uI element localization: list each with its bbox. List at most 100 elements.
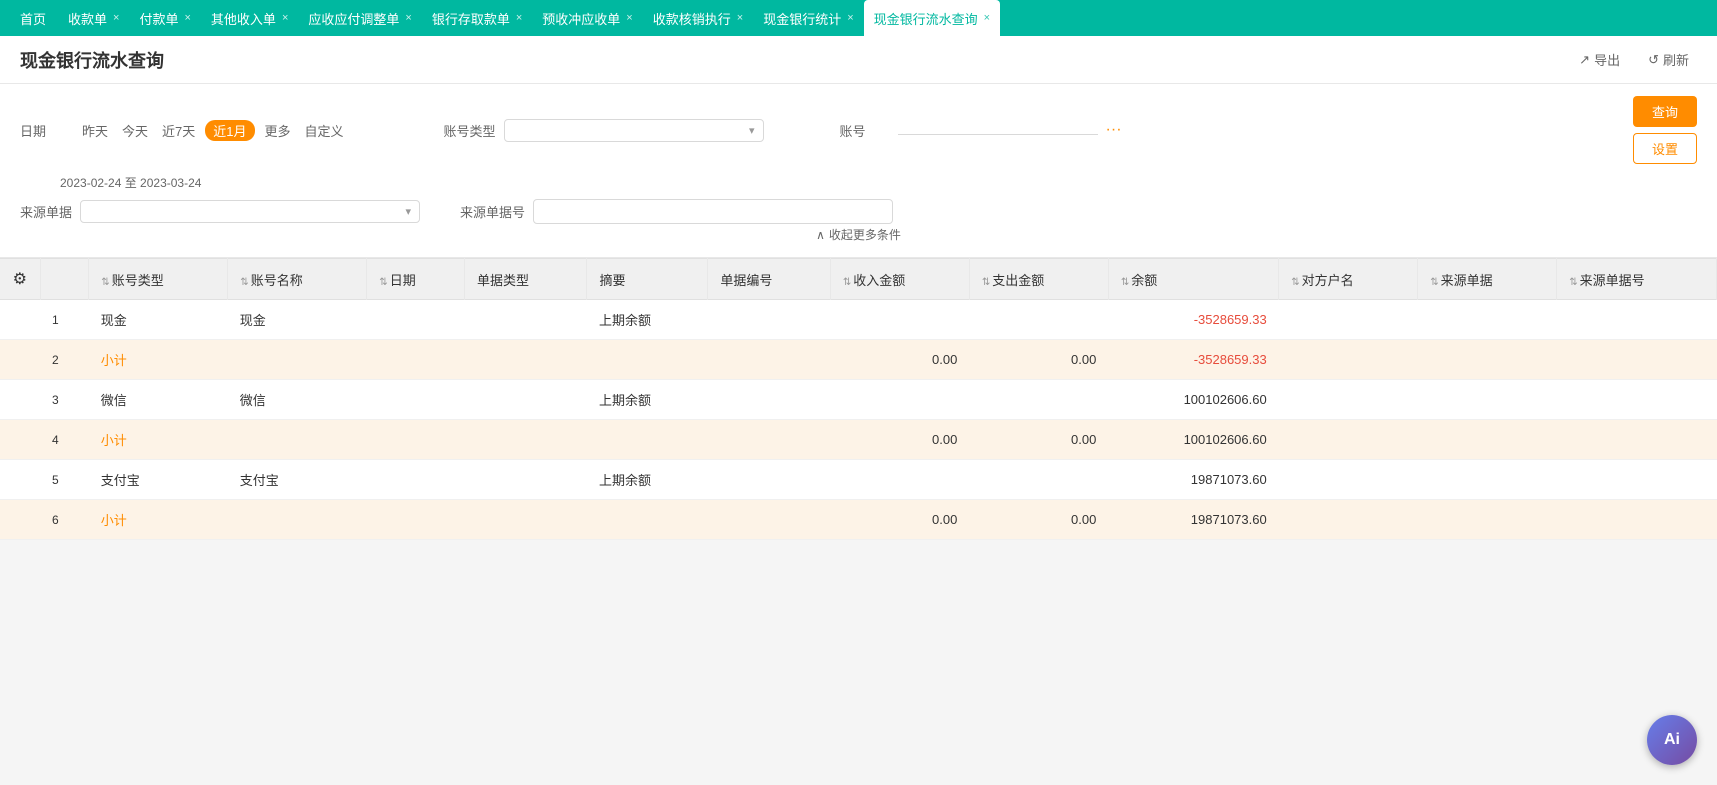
account-type-arrow-icon: ▾ xyxy=(749,124,755,137)
account-dots-icon[interactable]: ··· xyxy=(1106,121,1122,139)
col-header-source_doc_num[interactable]: ⇅来源单据号 xyxy=(1557,259,1717,300)
gear-icon[interactable]: ⚙ xyxy=(13,271,27,288)
table-row: 4小计0.000.00100102606.60 xyxy=(0,420,1717,460)
source-doc-select[interactable]: ▾ xyxy=(80,200,420,223)
date-opt-近7天[interactable]: 近7天 xyxy=(158,120,199,141)
row-counterparty xyxy=(1279,300,1418,340)
col-header-index xyxy=(40,259,89,300)
collapse-bar[interactable]: ∧ 收起更多条件 xyxy=(20,224,1697,245)
row-account-name xyxy=(228,500,367,540)
date-opt-近1月[interactable]: 近1月 xyxy=(205,120,254,141)
row-income: 0.00 xyxy=(830,340,969,380)
sort-icon: ⇅ xyxy=(1121,277,1129,288)
nav-item-收款单[interactable]: 收款单× xyxy=(58,0,129,36)
sort-icon: ⇅ xyxy=(982,277,990,288)
col-header-counterparty[interactable]: ⇅对方户名 xyxy=(1279,259,1418,300)
ai-badge[interactable]: Ai xyxy=(1647,715,1697,765)
export-icon: ↗ xyxy=(1579,52,1590,68)
row-gear-cell xyxy=(0,300,40,340)
row-date xyxy=(367,300,465,340)
source-doc-num-label: 来源单据号 xyxy=(460,202,525,221)
row-source-doc-num xyxy=(1557,380,1717,420)
query-button[interactable]: 查询 xyxy=(1633,96,1697,127)
nav-item-现金银行流水查询[interactable]: 现金银行流水查询× xyxy=(864,0,1000,36)
row-index: 1 xyxy=(40,300,89,340)
close-icon[interactable]: × xyxy=(113,12,119,24)
nav-item-收款核销执行[interactable]: 收款核销执行× xyxy=(643,0,753,36)
row-account-name: 现金 xyxy=(228,300,367,340)
row-source-doc xyxy=(1418,340,1557,380)
row-gear-cell xyxy=(0,380,40,420)
source-doc-num-input[interactable] xyxy=(533,199,893,224)
account-type-select[interactable]: ▾ xyxy=(504,119,764,142)
nav-item-现金银行统计[interactable]: 现金银行统计× xyxy=(753,0,863,36)
close-icon[interactable]: × xyxy=(984,12,990,24)
col-header-date[interactable]: ⇅日期 xyxy=(367,259,465,300)
nav-home[interactable]: 首页 xyxy=(8,0,58,36)
settings-button[interactable]: 设置 xyxy=(1633,133,1697,164)
col-header-expense[interactable]: ⇅支出金额 xyxy=(969,259,1108,300)
close-icon[interactable]: × xyxy=(184,12,190,24)
row-source-doc-num xyxy=(1557,500,1717,540)
row-expense xyxy=(969,460,1108,500)
close-icon[interactable]: × xyxy=(626,12,632,24)
row-expense: 0.00 xyxy=(969,500,1108,540)
date-opt-自定义[interactable]: 自定义 xyxy=(301,120,348,141)
row-source-doc-num xyxy=(1557,340,1717,380)
col-header-account_name[interactable]: ⇅账号名称 xyxy=(228,259,367,300)
row-account-type: 支付宝 xyxy=(89,460,228,500)
page-header: 现金银行流水查询 ↗ 导出 ↺ 刷新 xyxy=(0,36,1717,84)
row-source-doc-num xyxy=(1557,460,1717,500)
nav-item-银行存取款单[interactable]: 银行存取款单× xyxy=(422,0,532,36)
sort-icon: ⇅ xyxy=(101,277,109,288)
nav-item-其他收入单[interactable]: 其他收入单× xyxy=(201,0,298,36)
top-nav: 首页 收款单×付款单×其他收入单×应收应付调整单×银行存取款单×预收冲应收单×收… xyxy=(0,0,1717,36)
col-header-account_type[interactable]: ⇅账号类型 xyxy=(89,259,228,300)
table-row: 1现金现金上期余额-3528659.33 xyxy=(0,300,1717,340)
date-opt-昨天[interactable]: 昨天 xyxy=(78,120,112,141)
table-header-row: ⚙⇅账号类型⇅账号名称⇅日期单据类型摘要单据编号⇅收入金额⇅支出金额⇅余额⇅对方… xyxy=(0,259,1717,300)
row-counterparty xyxy=(1279,380,1418,420)
account-input-area[interactable] xyxy=(898,126,1098,135)
sort-icon: ⇅ xyxy=(843,277,851,288)
source-doc-label: 来源单据 xyxy=(20,202,72,221)
col-header-income[interactable]: ⇅收入金额 xyxy=(830,259,969,300)
row-balance: -3528659.33 xyxy=(1108,340,1278,380)
data-table: ⚙⇅账号类型⇅账号名称⇅日期单据类型摘要单据编号⇅收入金额⇅支出金额⇅余额⇅对方… xyxy=(0,258,1717,540)
close-icon[interactable]: × xyxy=(516,12,522,24)
row-account-name xyxy=(228,420,367,460)
export-button[interactable]: ↗ 导出 xyxy=(1571,46,1628,73)
account-type-group: 账号类型 ▾ xyxy=(444,119,764,142)
row-doc-num xyxy=(708,500,830,540)
sort-icon: ⇅ xyxy=(1430,277,1438,288)
date-opt-更多[interactable]: 更多 xyxy=(261,120,295,141)
row-gear-cell xyxy=(0,500,40,540)
row-account-type: 现金 xyxy=(89,300,228,340)
row-doc-type xyxy=(464,340,586,380)
filter-row-2: 来源单据 ▾ 来源单据号 xyxy=(20,199,1697,224)
close-icon[interactable]: × xyxy=(405,12,411,24)
row-account-name: 支付宝 xyxy=(228,460,367,500)
row-doc-type xyxy=(464,460,586,500)
row-doc-type xyxy=(464,380,586,420)
col-header-balance[interactable]: ⇅余额 xyxy=(1108,259,1278,300)
date-opt-今天[interactable]: 今天 xyxy=(118,120,152,141)
date-filter-group: 日期 昨天今天近7天近1月更多自定义 xyxy=(20,120,348,141)
row-date xyxy=(367,380,465,420)
col-header-doc_type: 单据类型 xyxy=(464,259,586,300)
row-summary: 上期余额 xyxy=(587,300,708,340)
row-account-name: 微信 xyxy=(228,380,367,420)
col-header-doc_num: 单据编号 xyxy=(708,259,830,300)
row-doc-type xyxy=(464,500,586,540)
close-icon[interactable]: × xyxy=(737,12,743,24)
close-icon[interactable]: × xyxy=(847,12,853,24)
nav-item-付款单[interactable]: 付款单× xyxy=(129,0,200,36)
row-balance: 19871073.60 xyxy=(1108,500,1278,540)
account-type-label: 账号类型 xyxy=(444,121,496,140)
row-summary xyxy=(587,500,708,540)
col-header-source_doc[interactable]: ⇅来源单据 xyxy=(1418,259,1557,300)
nav-item-应收应付调整单[interactable]: 应收应付调整单× xyxy=(298,0,421,36)
close-icon[interactable]: × xyxy=(282,12,288,24)
refresh-button[interactable]: ↺ 刷新 xyxy=(1640,46,1697,73)
nav-item-预收冲应收单[interactable]: 预收冲应收单× xyxy=(532,0,642,36)
